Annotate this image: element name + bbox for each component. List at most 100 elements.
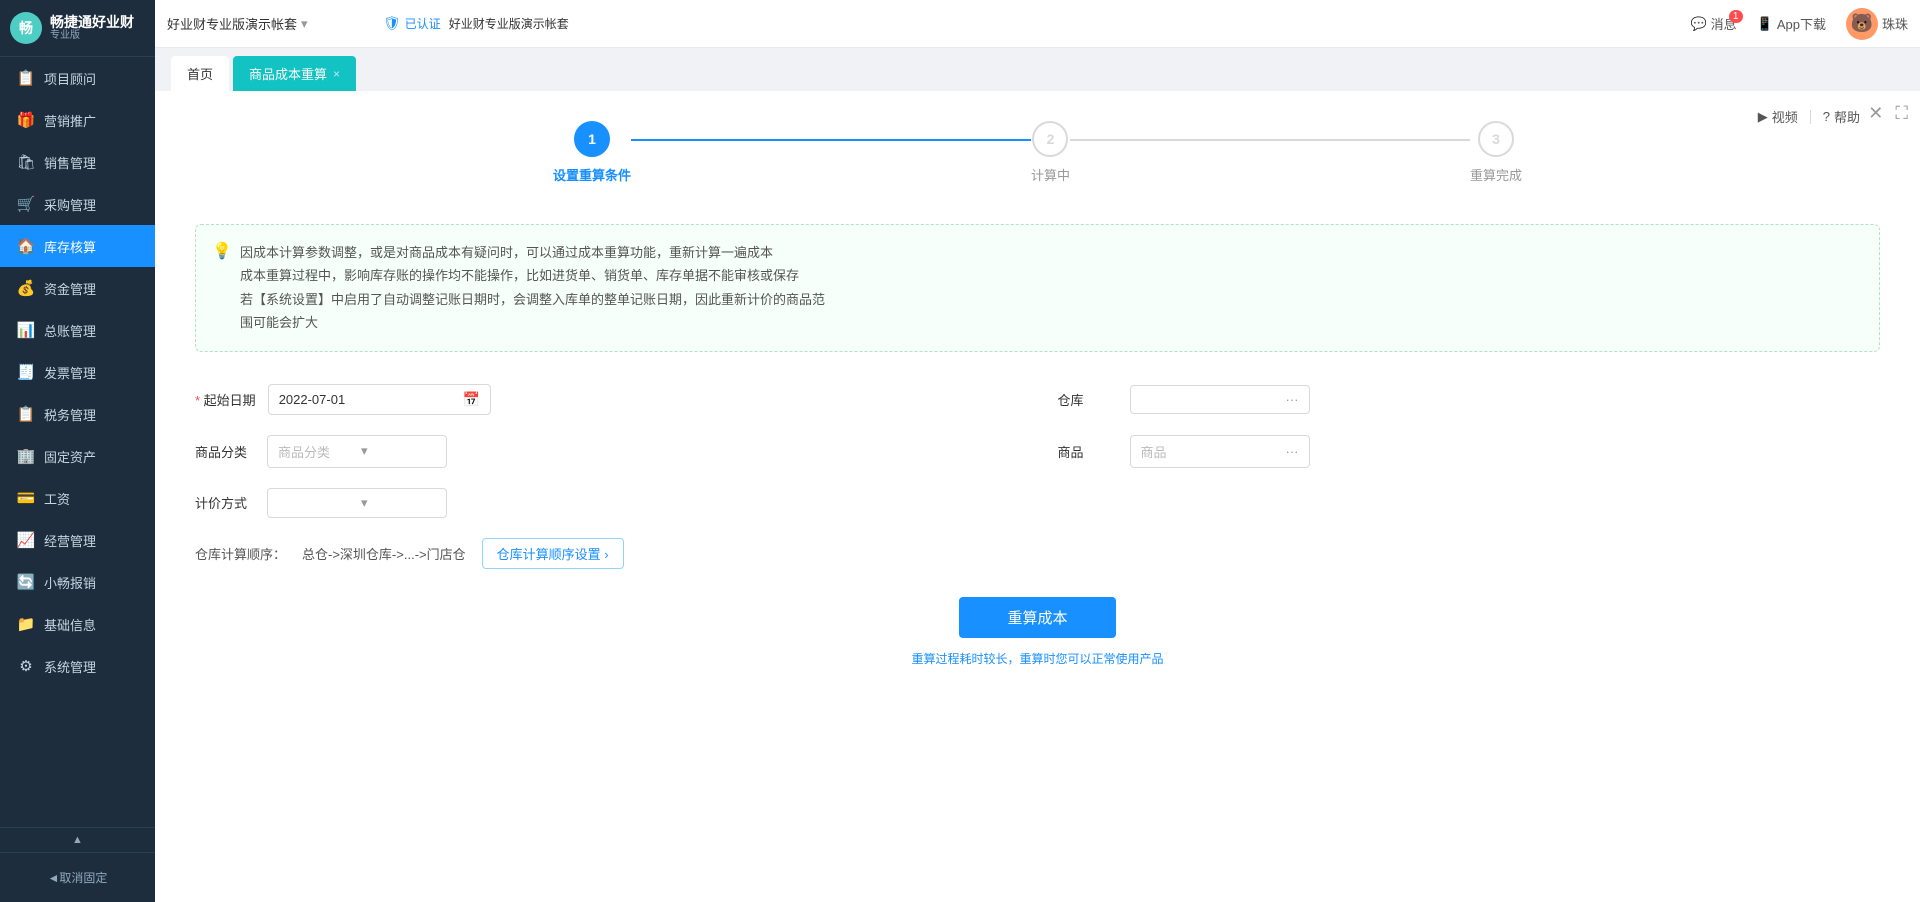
verified-badge: 🛡 已认证 好业财专业版演示帐套 — [383, 15, 569, 32]
sidebar-item-tax[interactable]: 📋 税务管理 — [0, 393, 155, 435]
category-placeholder: 商品分类 — [278, 442, 353, 461]
topbar-right: 💬 消息 1 📱 App下载 🐻 珠珠 — [1690, 8, 1908, 40]
sidebar: 畅 畅捷通好业财 专业版 📋 项目顾问 🎁 营销推广 🛍 销售管理 🛒 采购管理… — [0, 0, 155, 902]
invoice-icon: 🧾 — [16, 362, 36, 382]
start-date-value[interactable] — [279, 392, 455, 407]
expense-icon: 🔄 — [16, 572, 36, 592]
message-badge: 1 — [1729, 10, 1743, 23]
start-date-input[interactable]: 📅 — [268, 384, 491, 415]
sidebar-item-label: 销售管理 — [44, 153, 96, 172]
sidebar-item-label: 采购管理 — [44, 195, 96, 214]
sidebar-item-operations[interactable]: 📈 经营管理 — [0, 519, 155, 561]
operations-icon: 📈 — [16, 530, 36, 550]
user-avatar[interactable]: 🐻 珠珠 — [1846, 8, 1908, 40]
verified-desc: 好业财专业版演示帐套 — [449, 15, 569, 32]
sidebar-item-accounting[interactable]: 📊 总账管理 — [0, 309, 155, 351]
payroll-icon: 💳 — [16, 488, 36, 508]
price-method-select[interactable]: ▾ — [267, 488, 447, 518]
form-row-3: 计价方式 ▾ — [195, 488, 1880, 518]
goods-input[interactable]: 商品 ··· — [1130, 435, 1310, 468]
sidebar-item-basic[interactable]: 📁 基础信息 — [0, 603, 155, 645]
window-controls: ✕ ⛶ — [1868, 103, 1908, 124]
start-date-label: 起始日期 — [195, 390, 256, 409]
messages-button[interactable]: 💬 消息 1 — [1690, 14, 1736, 33]
sidebar-item-purchase[interactable]: 🛒 采购管理 — [0, 183, 155, 225]
sidebar-item-assets[interactable]: 🏢 固定资产 — [0, 435, 155, 477]
warehouse-settings-label: 仓库计算顺序设置 › — [497, 544, 609, 563]
sidebar-item-project[interactable]: 📋 项目顾问 — [0, 57, 155, 99]
content-inner: 1 设置重算条件 2 计算中 3 重算完成 — [155, 91, 1920, 902]
sidebar-item-system[interactable]: ⚙ 系统管理 — [0, 645, 155, 687]
sidebar-scroll-up[interactable]: ▲ — [0, 827, 155, 852]
maximize-window-button[interactable]: ⛶ — [1895, 103, 1908, 124]
logo-icon: 畅 — [10, 12, 42, 44]
tab-close-icon[interactable]: × — [333, 67, 340, 81]
inventory-icon: 🏠 — [16, 236, 36, 256]
purchase-icon: 🛒 — [16, 194, 36, 214]
sidebar-item-marketing[interactable]: 🎁 营销推广 — [0, 99, 155, 141]
category-label: 商品分类 — [195, 442, 255, 461]
sidebar-item-inventory[interactable]: 🏠 库存核算 — [0, 225, 155, 267]
account-selector[interactable]: 好业财专业版演示帐套 ▾ — [167, 14, 367, 33]
form-row-2: 商品分类 商品分类 ▾ 商品 商品 ··· — [195, 435, 1880, 468]
category-select[interactable]: 商品分类 ▾ — [267, 435, 447, 468]
app-name: 畅捷通好业财 — [50, 14, 134, 31]
step-3: 3 重算完成 — [1470, 121, 1522, 184]
warehouse-field: 仓库 ··· — [1058, 385, 1881, 414]
sidebar-item-label: 资金管理 — [44, 279, 96, 298]
project-icon: 📋 — [16, 68, 36, 88]
close-window-button[interactable]: ✕ — [1868, 103, 1883, 124]
step-1-circle: 1 — [574, 121, 610, 157]
sidebar-item-label: 税务管理 — [44, 405, 96, 424]
sidebar-item-label: 库存核算 — [44, 237, 96, 256]
sidebar-item-label: 项目顾问 — [44, 69, 96, 88]
tab-recalculate-label: 商品成本重算 — [249, 64, 327, 83]
warehouse-input[interactable]: ··· — [1130, 385, 1310, 414]
price-method-label: 计价方式 — [195, 493, 255, 512]
warehouse-dots-icon[interactable]: ··· — [1286, 392, 1299, 407]
category-field: 商品分类 商品分类 ▾ — [195, 435, 1018, 468]
sidebar-item-invoice[interactable]: 🧾 发票管理 — [0, 351, 155, 393]
goods-placeholder: 商品 — [1141, 442, 1286, 461]
sidebar-item-sales[interactable]: 🛍 销售管理 — [0, 141, 155, 183]
sidebar-item-label: 总账管理 — [44, 321, 96, 340]
sidebar-item-label: 系统管理 — [44, 657, 96, 676]
step-2-label: 计算中 — [1031, 165, 1070, 184]
finance-icon: 💰 — [16, 278, 36, 298]
user-name: 珠珠 — [1882, 14, 1908, 33]
phone-icon: 📱 — [1757, 16, 1773, 32]
recalculate-button[interactable]: 重算成本 — [959, 597, 1115, 638]
goods-field: 商品 商品 ··· — [1058, 435, 1881, 468]
tab-home[interactable]: 首页 — [171, 56, 229, 91]
sidebar-item-finance[interactable]: 💰 资金管理 — [0, 267, 155, 309]
step-connector-2 — [1070, 139, 1470, 141]
steps-indicator: 1 设置重算条件 2 计算中 3 重算完成 — [195, 121, 1880, 184]
app-download-button[interactable]: 📱 App下载 — [1757, 14, 1826, 33]
message-icon: 💬 — [1690, 16, 1706, 32]
accounting-icon: 📊 — [16, 320, 36, 340]
sidebar-item-payroll[interactable]: 💳 工资 — [0, 477, 155, 519]
cancel-pin-button[interactable]: ◄取消固定 — [0, 861, 155, 894]
recalculate-hint: 重算过程耗时较长，重算时您可以正常使用产品 — [195, 650, 1880, 667]
warehouse-label: 仓库 — [1058, 390, 1118, 409]
lightbulb-icon: 💡 — [212, 241, 232, 261]
step-2: 2 计算中 — [1031, 121, 1070, 184]
sidebar-item-label: 基础信息 — [44, 615, 96, 634]
tax-icon: 📋 — [16, 404, 36, 424]
app-edition: 专业版 — [50, 30, 134, 42]
tab-recalculate[interactable]: 商品成本重算 × — [233, 56, 356, 91]
system-icon: ⚙ — [16, 656, 36, 676]
assets-icon: 🏢 — [16, 446, 36, 466]
sidebar-nav: 📋 项目顾问 🎁 营销推广 🛍 销售管理 🛒 采购管理 🏠 库存核算 💰 资金管… — [0, 57, 155, 827]
price-method-chevron-icon: ▾ — [361, 495, 436, 511]
warehouse-order-settings-button[interactable]: 仓库计算顺序设置 › — [482, 538, 624, 569]
account-name: 好业财专业版演示帐套 — [167, 14, 297, 33]
helper-box: 💡 因成本计算参数调整，或是对商品成本有疑问时，可以通过成本重算功能，重新计算一… — [195, 224, 1880, 352]
calendar-icon[interactable]: 📅 — [463, 391, 480, 408]
shield-icon: 🛡 — [383, 15, 401, 32]
start-date-field: 起始日期 📅 — [195, 384, 1018, 415]
step-3-circle: 3 — [1478, 121, 1514, 157]
goods-dots-icon[interactable]: ··· — [1286, 444, 1299, 459]
sidebar-item-expense[interactable]: 🔄 小畅报销 — [0, 561, 155, 603]
verified-label: 已认证 — [405, 15, 441, 32]
